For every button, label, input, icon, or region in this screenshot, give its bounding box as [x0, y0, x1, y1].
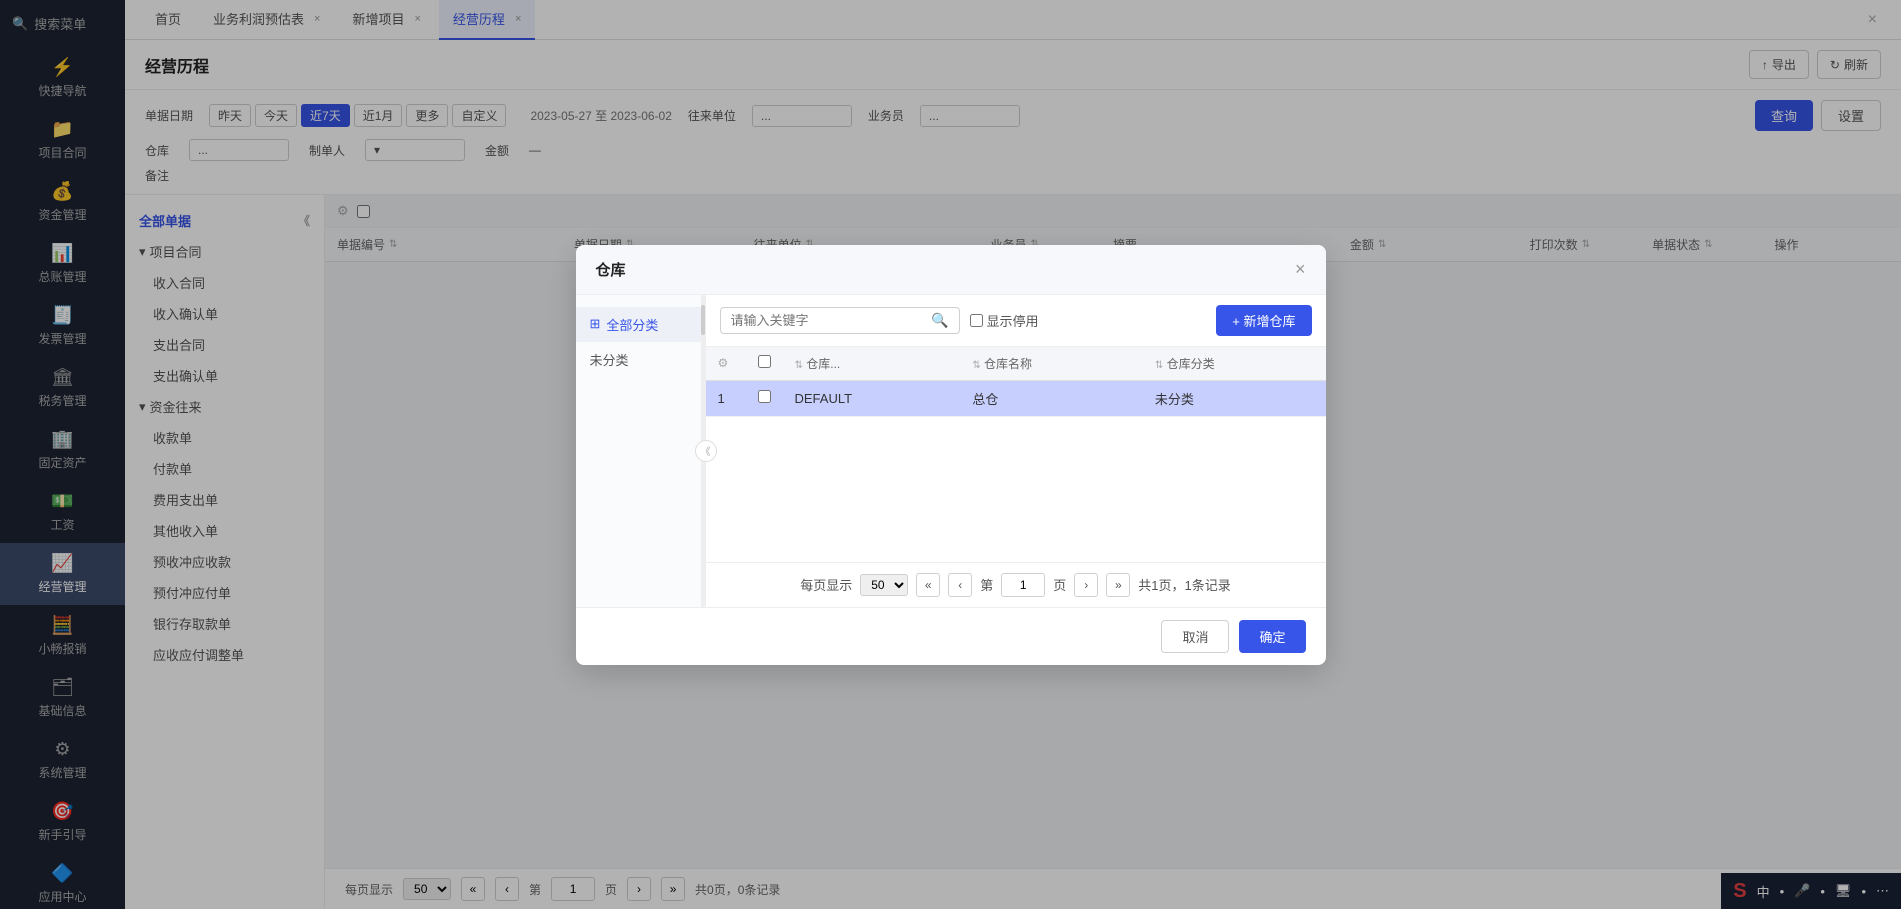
modal-sidebar-all-label: 全部分类 — [606, 315, 658, 334]
th-warehouse-category: ⇅ 仓库分类 — [1143, 347, 1326, 381]
modal-sidebar-item-all[interactable]: ⊞ 全部分类 — [576, 307, 705, 342]
th-checkbox — [746, 347, 783, 381]
modal-page-next-btn[interactable]: › — [1074, 573, 1098, 597]
modal-sidebar-collapse-btn[interactable]: 《 — [695, 440, 717, 462]
table-row[interactable]: 1 DEFAULT 总仓 未分类 — [706, 380, 1326, 416]
modal-page-prev-btn[interactable]: ‹ — [948, 573, 972, 597]
collapse-icon: 《 — [701, 443, 711, 458]
modal-sidebar-uncategorized-label: 未分类 — [590, 350, 629, 369]
row-name: 总仓 — [960, 380, 1143, 416]
cancel-button[interactable]: 取消 — [1161, 620, 1229, 653]
modal-total-label: 共1页，1条记录 — [1138, 575, 1230, 594]
modal-main: 🔍 显示停用 + 新增仓库 ⚙ — [706, 295, 1326, 607]
modal-table: ⚙ ⇅ 仓库... ⇅ 仓库名称 ⇅ — [706, 347, 1326, 562]
confirm-button[interactable]: 确定 — [1239, 620, 1305, 653]
warehouse-search-input[interactable] — [731, 313, 926, 328]
modal-body: ⊞ 全部分类 未分类 《 🔍 — [576, 295, 1326, 607]
table-gear-icon2[interactable]: ⚙ — [718, 356, 729, 370]
modal-title: 仓库 — [596, 259, 626, 280]
warehouse-modal: 仓库 × ⊞ 全部分类 未分类 《 — [576, 245, 1326, 665]
th-warehouse-name: ⇅ 仓库名称 — [960, 347, 1143, 381]
modal-footer: 取消 确定 — [576, 607, 1326, 665]
row-select-checkbox[interactable] — [758, 390, 771, 403]
modal-per-page-select[interactable]: 50 — [860, 574, 908, 596]
th-gear: ⚙ — [706, 347, 746, 381]
row-code: DEFAULT — [783, 380, 961, 416]
modal-close-button[interactable]: × — [1295, 259, 1306, 280]
modal-page-input[interactable] — [1001, 573, 1045, 597]
row-num: 1 — [706, 380, 746, 416]
modal-page-first-btn[interactable]: « — [916, 573, 940, 597]
add-warehouse-button[interactable]: + 新增仓库 — [1216, 305, 1311, 336]
show-disabled-label[interactable]: 显示停用 — [970, 311, 1039, 330]
modal-page-prefix: 第 — [980, 575, 993, 594]
modal-sidebar: ⊞ 全部分类 未分类 《 — [576, 295, 706, 607]
row-category: 未分类 — [1143, 380, 1326, 416]
modal-sidebar-item-uncategorized[interactable]: 未分类 — [576, 342, 705, 377]
modal-sidebar-scrollbar-thumb — [701, 305, 705, 335]
modal-per-page-label: 每页显示 — [800, 575, 852, 594]
show-disabled-checkbox[interactable] — [970, 314, 983, 327]
modal-table-body: 1 DEFAULT 总仓 未分类 — [706, 380, 1326, 416]
modal-pagination: 每页显示 50 « ‹ 第 页 › » 共1页，1条记录 — [706, 562, 1326, 607]
th-warehouse-code: ⇅ 仓库... — [783, 347, 961, 381]
modal-page-suffix: 页 — [1053, 575, 1066, 594]
row-checkbox — [746, 380, 783, 416]
search-input-wrap: 🔍 — [720, 307, 960, 334]
modal-select-all[interactable] — [758, 355, 771, 368]
modal-table-header: ⚙ ⇅ 仓库... ⇅ 仓库名称 ⇅ — [706, 347, 1326, 381]
modal-header: 仓库 × — [576, 245, 1326, 295]
search-icon: 🔍 — [931, 312, 948, 329]
modal-toolbar: 🔍 显示停用 + 新增仓库 — [706, 295, 1326, 347]
grid-icon: ⊞ — [590, 316, 601, 332]
modal-page-last-btn[interactable]: » — [1106, 573, 1130, 597]
